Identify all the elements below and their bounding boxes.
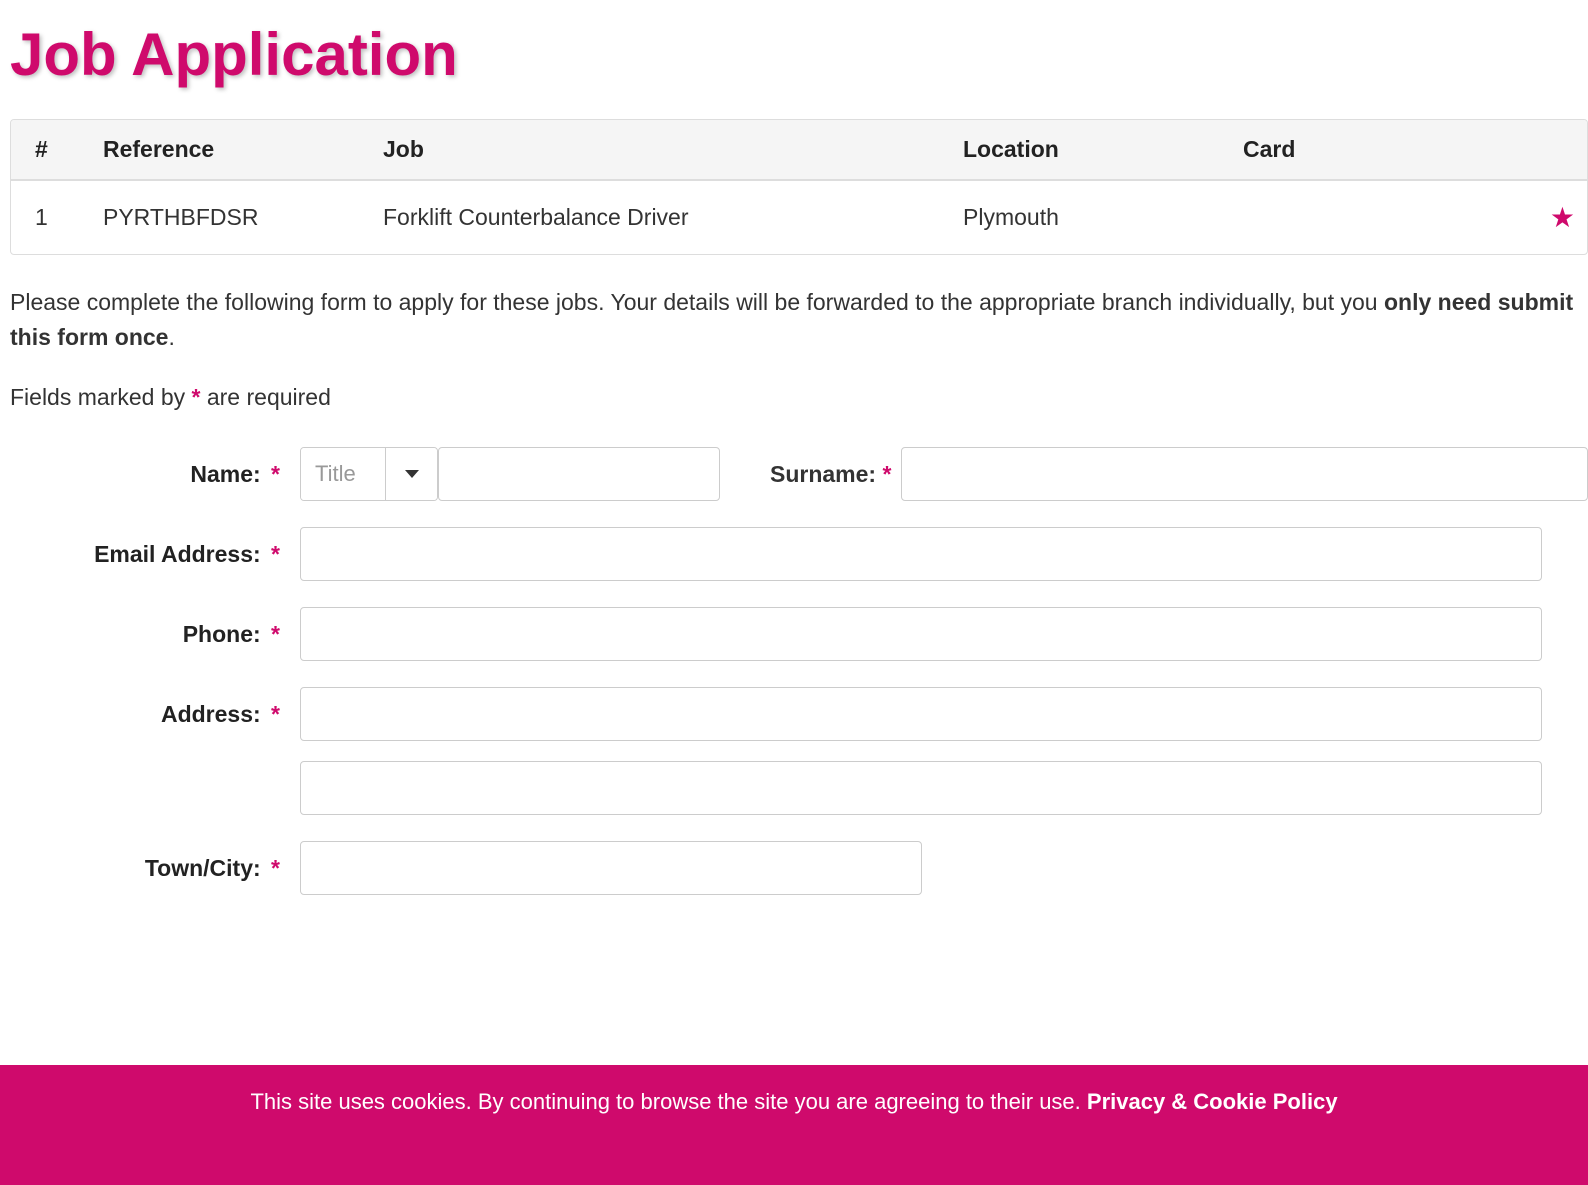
chevron-down-icon: [405, 470, 419, 478]
name-label: Name: *: [0, 461, 300, 488]
title-input[interactable]: [301, 448, 385, 500]
town-input[interactable]: [300, 841, 922, 895]
instructions-text: Please complete the following form to ap…: [10, 285, 1578, 354]
col-header-job: Job: [371, 120, 951, 180]
email-input[interactable]: [300, 527, 1542, 581]
cell-location: Plymouth: [951, 180, 1231, 254]
cell-num: 1: [11, 180, 91, 254]
town-label: Town/City: *: [0, 855, 300, 882]
first-name-input[interactable]: [438, 447, 720, 501]
title-dropdown-toggle[interactable]: [385, 448, 437, 500]
cell-reference: PYRTHBFDSR: [91, 180, 371, 254]
required-fields-note: Fields marked by * are required: [10, 384, 1578, 411]
cell-card[interactable]: ★: [1231, 180, 1587, 254]
address-line1-input[interactable]: [300, 687, 1542, 741]
surname-label: Surname: *: [770, 461, 891, 488]
phone-label: Phone: *: [0, 621, 300, 648]
address-line2-input[interactable]: [300, 761, 1542, 815]
privacy-policy-link[interactable]: Privacy & Cookie Policy: [1087, 1089, 1338, 1114]
table-row: 1 PYRTHBFDSR Forklift Counterbalance Dri…: [11, 180, 1587, 254]
col-header-card: Card: [1231, 120, 1587, 180]
address-label: Address: *: [0, 701, 300, 728]
star-icon: ★: [1550, 202, 1575, 233]
application-form: Name: * Surname: * Email Address: *: [0, 447, 1588, 895]
title-combobox[interactable]: [300, 447, 438, 501]
jobs-table: # Reference Job Location Card 1 PYRTHBFD…: [10, 119, 1588, 255]
col-header-location: Location: [951, 120, 1231, 180]
surname-input[interactable]: [901, 447, 1588, 501]
cookie-text: This site uses cookies. By continuing to…: [250, 1089, 1086, 1114]
email-label: Email Address: *: [0, 541, 300, 568]
cell-job: Forklift Counterbalance Driver: [371, 180, 951, 254]
col-header-reference: Reference: [91, 120, 371, 180]
col-header-num: #: [11, 120, 91, 180]
cookie-banner: This site uses cookies. By continuing to…: [0, 1065, 1588, 1185]
phone-input[interactable]: [300, 607, 1542, 661]
page-title: Job Application: [10, 20, 1588, 89]
